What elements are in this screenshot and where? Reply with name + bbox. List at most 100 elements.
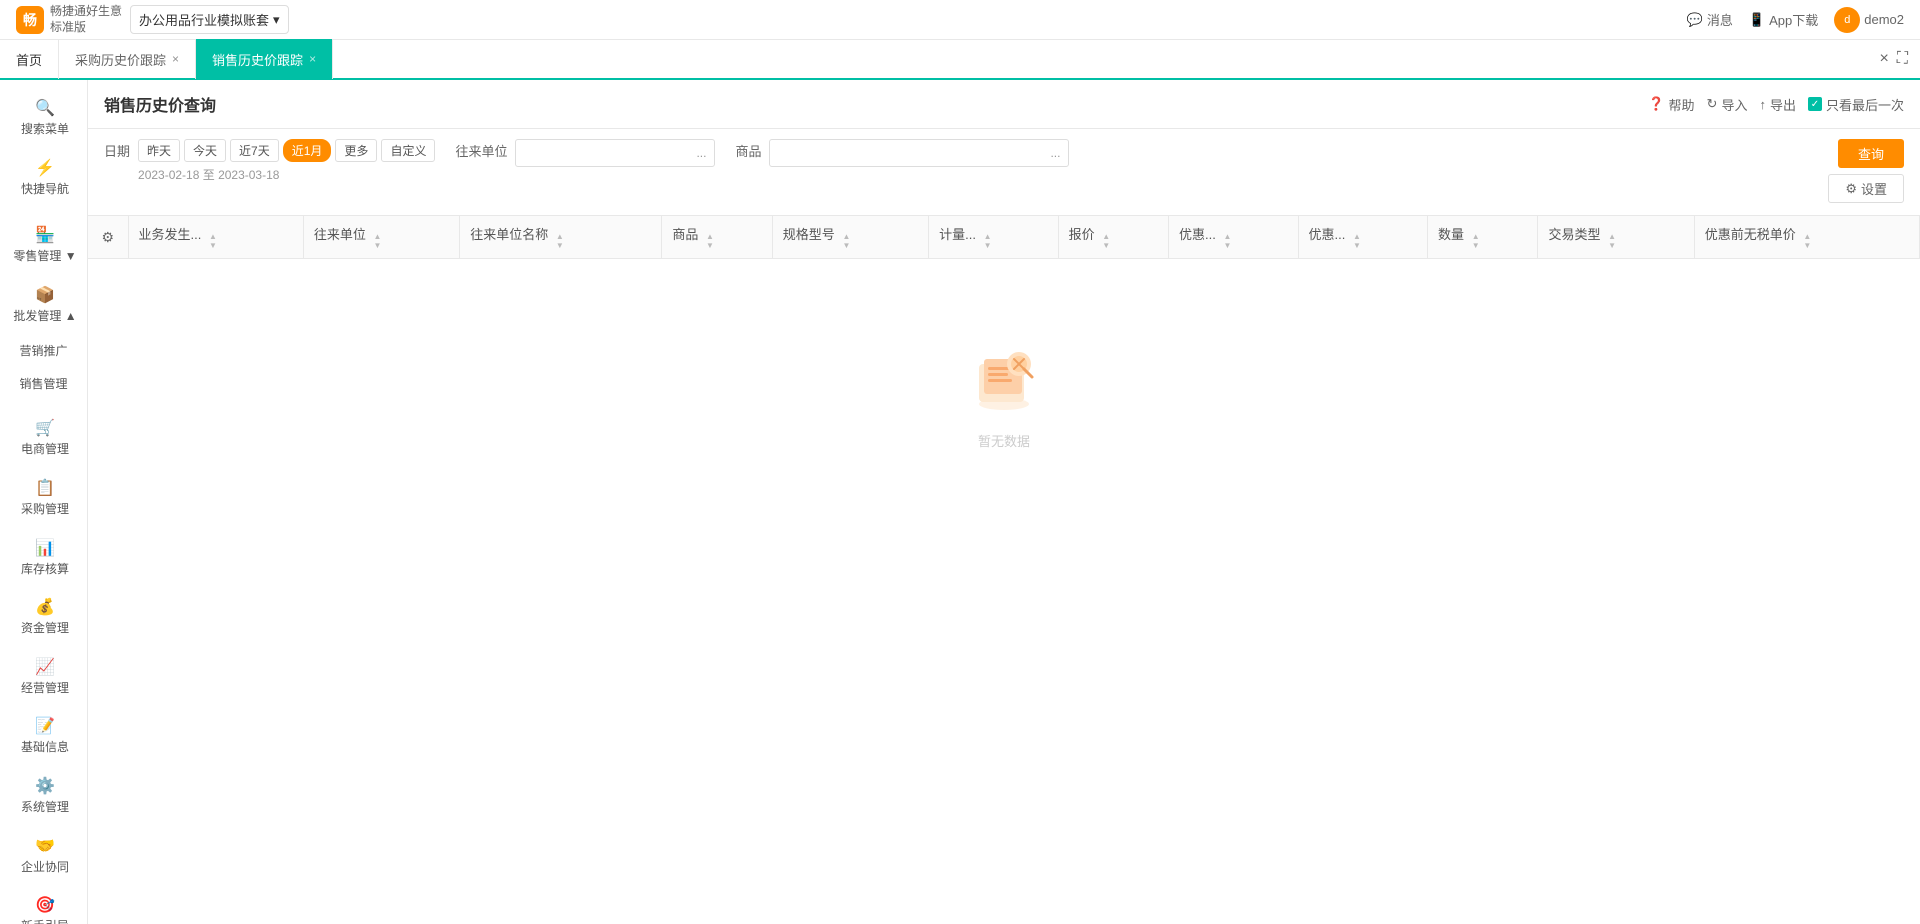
tab-sales-history[interactable]: 销售历史价跟踪 × — [196, 39, 333, 79]
user-menu[interactable]: d demo2 — [1834, 7, 1904, 33]
sort-arrows-spec: ▲ ▼ — [842, 233, 850, 250]
tab-sales-history-close[interactable]: × — [309, 52, 316, 66]
table-container[interactable]: ⚙ 业务发生... ▲ ▼ 往来单位 ▲ — [88, 216, 1920, 924]
page-actions: ❓ 帮助 ↻ 导入 ↑ 导出 ✓ 只看最后一次 — [1648, 95, 1904, 114]
date-btn-yesterday[interactable]: 昨天 — [138, 139, 180, 162]
empty-illustration — [964, 339, 1044, 419]
date-btn-7days[interactable]: 近7天 — [230, 139, 279, 162]
goods-input[interactable]: ... — [769, 139, 1069, 167]
wholesale-icon: 📦 — [35, 285, 55, 305]
th-goods[interactable]: 商品 ▲ ▼ — [662, 216, 772, 259]
th-party-code[interactable]: 往来单位 ▲ ▼ — [303, 216, 459, 259]
export-icon: ↑ — [1759, 97, 1766, 112]
sidebar: 🔍 搜索菜单 ⚡ 快捷导航 🏪 零售管理 ▼ 📦 批发管理 ▲ 营销推广 销售管… — [0, 80, 88, 924]
logo-area: 畅 畅捷通好生意 标准版 — [16, 4, 122, 35]
shortcut-icon: ⚡ — [35, 158, 55, 178]
page-title: 销售历史价查询 — [104, 92, 216, 116]
sidebar-item-purchase[interactable]: 📋 采购管理 — [0, 468, 87, 528]
date-options: 昨天 今天 近7天 近1月 更多 自定义 2023-02-18 至 2023-0… — [138, 139, 435, 183]
filter-bar: 日期 昨天 今天 近7天 近1月 更多 自定义 2023-02-18 至 202… — [88, 129, 1920, 216]
sidebar-item-guide[interactable]: 🎯 新手引导 — [0, 885, 87, 924]
party-filter-group: 往来单位 ... — [455, 139, 715, 167]
date-btn-more[interactable]: 更多 — [335, 139, 377, 162]
table-header: ⚙ 业务发生... ▲ ▼ 往来单位 ▲ — [88, 216, 1920, 259]
th-discount1[interactable]: 优惠... ▲ ▼ — [1169, 216, 1299, 259]
party-filter-label: 往来单位 — [455, 139, 507, 160]
th-settings: ⚙ — [88, 216, 128, 259]
export-btn[interactable]: ↑ 导出 — [1759, 95, 1796, 114]
th-biz-date[interactable]: 业务发生... ▲ ▼ — [128, 216, 303, 259]
settings-button[interactable]: ⚙ 设置 — [1828, 174, 1904, 203]
th-unit[interactable]: 计量... ▲ ▼ — [929, 216, 1059, 259]
date-filter-group: 日期 昨天 今天 近7天 近1月 更多 自定义 2023-02-18 至 202… — [104, 139, 435, 183]
th-tax-price[interactable]: 优惠前无税单价 ▲ ▼ — [1694, 216, 1919, 259]
finance-icon: 💰 — [35, 597, 55, 617]
sort-arrows-biz-date: ▲ ▼ — [209, 233, 217, 250]
logo-text: 畅捷通好生意 标准版 — [50, 4, 122, 35]
only-last-checkbox[interactable]: ✓ 只看最后一次 — [1808, 95, 1904, 114]
sort-arrows-goods: ▲ ▼ — [706, 233, 714, 250]
column-settings-btn[interactable]: ⚙ — [99, 227, 116, 248]
date-buttons: 昨天 今天 近7天 近1月 更多 自定义 — [138, 139, 435, 162]
sidebar-item-system[interactable]: ⚙️ 系统管理 — [0, 766, 87, 826]
th-qty[interactable]: 数量 ▲ ▼ — [1428, 216, 1538, 259]
message-icon: 💬 — [1687, 12, 1703, 28]
sidebar-item-operations[interactable]: 📈 经营管理 — [0, 647, 87, 707]
enterprise-icon: 🤝 — [35, 836, 55, 856]
sort-arrows-party-name: ▲ ▼ — [556, 233, 564, 250]
help-btn[interactable]: ❓ 帮助 — [1648, 95, 1694, 114]
operations-icon: 📈 — [35, 657, 55, 677]
search-button[interactable]: 查询 — [1838, 139, 1904, 168]
date-btn-1month[interactable]: 近1月 — [283, 139, 332, 162]
message-btn[interactable]: 💬 消息 — [1687, 10, 1733, 29]
sidebar-item-basic-info[interactable]: 📝 基础信息 — [0, 706, 87, 766]
settings-icon: ⚙ — [1845, 181, 1857, 197]
page-header: 销售历史价查询 ❓ 帮助 ↻ 导入 ↑ 导出 ✓ — [88, 80, 1920, 129]
download-icon: 📱 — [1749, 12, 1765, 28]
empty-state: 暂无数据 — [88, 259, 1920, 530]
th-trade-type[interactable]: 交易类型 ▲ ▼ — [1538, 216, 1694, 259]
sort-arrows-quote: ▲ ▼ — [1102, 233, 1110, 250]
sidebar-item-retail[interactable]: 🏪 零售管理 ▼ — [0, 215, 87, 275]
tab-purchase-history-close[interactable]: × — [172, 52, 179, 66]
content-area: 销售历史价查询 ❓ 帮助 ↻ 导入 ↑ 导出 ✓ — [88, 80, 1920, 924]
inventory-icon: 📊 — [35, 538, 55, 558]
sidebar-item-search[interactable]: 🔍 搜索菜单 — [0, 88, 87, 148]
sidebar-item-wholesale[interactable]: 📦 批发管理 ▲ — [0, 275, 87, 335]
sort-arrows-qty: ▲ ▼ — [1472, 233, 1480, 250]
purchase-icon: 📋 — [35, 478, 55, 498]
date-btn-today[interactable]: 今天 — [184, 139, 226, 162]
th-party-name[interactable]: 往来单位名称 ▲ ▼ — [460, 216, 662, 259]
tabbar: 首页 采购历史价跟踪 × 销售历史价跟踪 × × ⛶ — [0, 40, 1920, 80]
sort-arrows-discount1: ▲ ▼ — [1223, 233, 1231, 250]
party-input[interactable]: ... — [515, 139, 715, 167]
sort-arrows-trade-type: ▲ ▼ — [1608, 233, 1616, 250]
avatar: d — [1834, 7, 1860, 33]
import-icon: ↻ — [1707, 96, 1718, 112]
table-header-row: ⚙ 业务发生... ▲ ▼ 往来单位 ▲ — [88, 216, 1920, 259]
tab-purchase-history[interactable]: 采购历史价跟踪 × — [59, 39, 196, 79]
th-spec[interactable]: 规格型号 ▲ ▼ — [772, 216, 928, 259]
sidebar-item-sales-mgmt[interactable]: 销售管理 — [0, 367, 87, 400]
expand-window-btn[interactable]: ⛶ — [1897, 50, 1908, 68]
app-selector[interactable]: 办公用品行业模拟账套 ▾ — [130, 5, 289, 34]
th-discount2[interactable]: 优惠... ▲ ▼ — [1298, 216, 1428, 259]
app-download-btn[interactable]: 📱 App下载 — [1749, 10, 1818, 29]
sidebar-item-inventory[interactable]: 📊 库存核算 — [0, 528, 87, 588]
sidebar-item-marketing[interactable]: 营销推广 — [0, 334, 87, 367]
tab-home[interactable]: 首页 — [0, 39, 59, 79]
empty-icon — [964, 339, 1044, 419]
topbar: 畅 畅捷通好生意 标准版 办公用品行业模拟账套 ▾ 💬 消息 📱 App下载 d… — [0, 0, 1920, 40]
sidebar-item-finance[interactable]: 💰 资金管理 — [0, 587, 87, 647]
th-quote[interactable]: 报价 ▲ ▼ — [1058, 216, 1168, 259]
chevron-down-icon: ▾ — [273, 12, 280, 28]
import-btn[interactable]: ↻ 导入 — [1707, 95, 1748, 114]
sidebar-item-ecommerce[interactable]: 🛒 电商管理 — [0, 408, 87, 468]
topbar-right: 💬 消息 📱 App下载 d demo2 — [1687, 7, 1904, 33]
close-window-btn[interactable]: × — [1879, 50, 1888, 68]
sort-arrows-party-code: ▲ ▼ — [374, 233, 382, 250]
system-icon: ⚙️ — [35, 776, 55, 796]
sidebar-item-shortcut[interactable]: ⚡ 快捷导航 — [0, 148, 87, 208]
date-btn-custom[interactable]: 自定义 — [381, 139, 435, 162]
sidebar-item-enterprise[interactable]: 🤝 企业协同 — [0, 826, 87, 886]
